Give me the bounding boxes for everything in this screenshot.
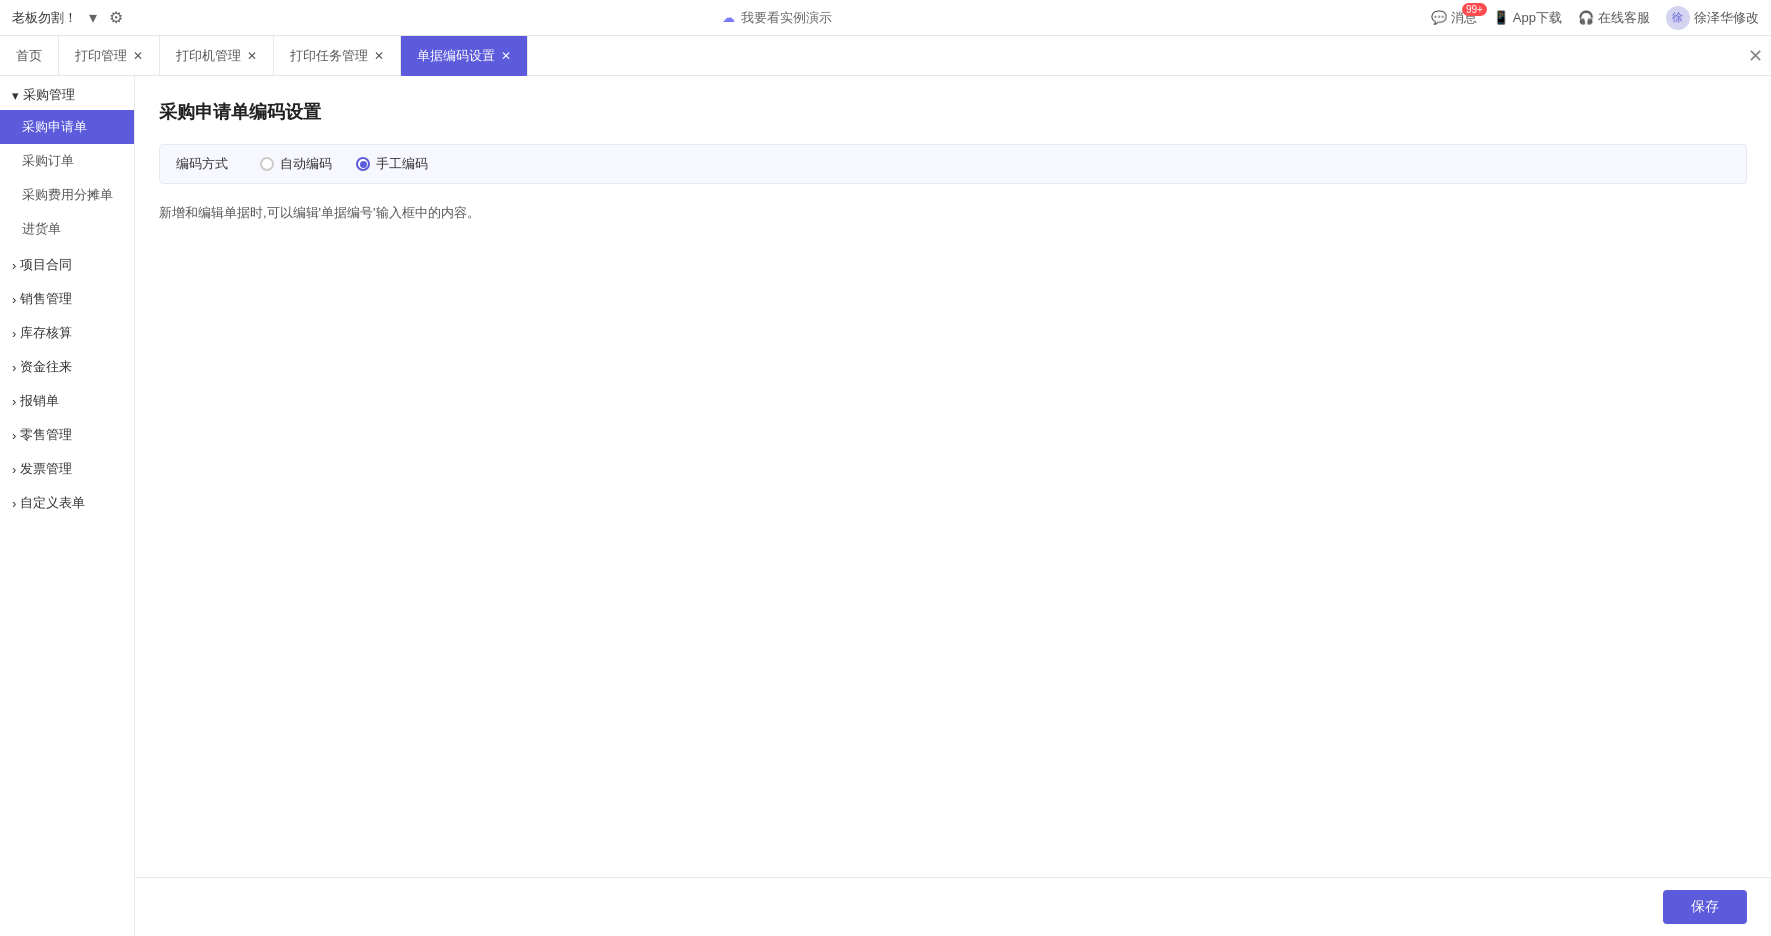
manual-code-label: 手工编码 [376, 155, 428, 173]
tab-print-task-label: 打印任务管理 [290, 47, 368, 65]
user-name: 徐泽华修改 [1694, 9, 1759, 27]
tab-printer-management-close[interactable]: ✕ [247, 49, 257, 63]
avatar: 徐 [1666, 6, 1690, 30]
sidebar-group-funds-label: 资金往来 [20, 358, 72, 376]
encoding-label: 编码方式 [176, 155, 228, 173]
description-text: 新增和编辑单据时,可以编辑'单据编号'输入框中的内容。 [159, 204, 1747, 222]
sidebar-group-project-label: 项目合同 [20, 256, 72, 274]
sidebar-group-project-arrow: › [12, 258, 16, 273]
headset-icon: 🎧 [1578, 10, 1594, 25]
sidebar-group-project[interactable]: › 项目合同 [0, 246, 134, 280]
sidebar-item-goods-receipt[interactable]: 进货单 [0, 212, 134, 246]
tab-print-management-label: 打印管理 [75, 47, 127, 65]
message-badge: 99+ [1462, 3, 1487, 16]
tab-printer-management[interactable]: 打印机管理 ✕ [160, 36, 274, 76]
topbar-right: 💬 消息 99+ 📱 App下载 🎧 在线客服 徐 徐泽华修改 [1431, 6, 1759, 30]
manual-code-radio[interactable] [356, 157, 370, 171]
sidebar-group-sales-label: 销售管理 [20, 290, 72, 308]
tab-home-label: 首页 [16, 47, 42, 65]
tab-printer-management-label: 打印机管理 [176, 47, 241, 65]
tab-print-management-close[interactable]: ✕ [133, 49, 143, 63]
sidebar-group-sales[interactable]: › 销售管理 [0, 280, 134, 314]
auto-code-radio[interactable] [260, 157, 274, 171]
sidebar-group-inventory[interactable]: › 库存核算 [0, 314, 134, 348]
sidebar-group-reimbursement-arrow: › [12, 394, 16, 409]
sidebar-group-custom-label: 自定义表单 [20, 494, 85, 512]
sidebar: ▾ 采购管理 采购申请单 采购订单 采购费用分摊单 进货单 › 项目合同 › 销… [0, 76, 135, 936]
sidebar-item-purchase-request-label: 采购申请单 [22, 119, 87, 134]
sidebar-group-sales-arrow: › [12, 292, 16, 307]
sidebar-group-procurement-label: 采购管理 [23, 86, 75, 104]
sidebar-group-procurement-arrow: ▾ [12, 88, 19, 103]
sidebar-item-purchase-expense[interactable]: 采购费用分摊单 [0, 178, 134, 212]
tab-print-management[interactable]: 打印管理 ✕ [59, 36, 160, 76]
online-service-label: 在线客服 [1598, 9, 1650, 27]
sidebar-group-custom-arrow: › [12, 496, 16, 511]
sidebar-group-invoice-label: 发票管理 [20, 460, 72, 478]
phone-icon: 📱 [1493, 10, 1509, 25]
tab-home[interactable]: 首页 [0, 36, 59, 76]
dropdown-icon[interactable]: ▾ [89, 8, 97, 27]
sidebar-group-retail-arrow: › [12, 428, 16, 443]
layout: ▾ 采购管理 采购申请单 采购订单 采购费用分摊单 进货单 › 项目合同 › 销… [0, 76, 1771, 936]
sidebar-item-purchase-request[interactable]: 采购申请单 [0, 110, 134, 144]
sidebar-item-purchase-order[interactable]: 采购订单 [0, 144, 134, 178]
main-content: 采购申请单编码设置 编码方式 自动编码 手工编码 新增和编辑单据时,可以编辑'单… [135, 76, 1771, 877]
tab-print-task-close[interactable]: ✕ [374, 49, 384, 63]
cloud-icon: ☁ [722, 10, 735, 25]
sidebar-group-retail-label: 零售管理 [20, 426, 72, 444]
message-icon: 💬 [1431, 10, 1447, 25]
sidebar-group-inventory-arrow: › [12, 326, 16, 341]
auto-code-label: 自动编码 [280, 155, 332, 173]
manual-code-option[interactable]: 手工编码 [356, 155, 428, 173]
tab-code-settings[interactable]: 单据编码设置 ✕ [401, 36, 528, 76]
main-footer: 保存 [135, 877, 1771, 936]
sidebar-group-invoice[interactable]: › 发票管理 [0, 450, 134, 484]
brand-text: 老板勿割！ [12, 9, 77, 27]
sidebar-group-reimbursement-label: 报销单 [20, 392, 59, 410]
auto-code-option[interactable]: 自动编码 [260, 155, 332, 173]
sidebar-group-funds[interactable]: › 资金往来 [0, 348, 134, 382]
tabbar: 首页 打印管理 ✕ 打印机管理 ✕ 打印任务管理 ✕ 单据编码设置 ✕ ✕ [0, 36, 1771, 76]
sidebar-item-purchase-order-label: 采购订单 [22, 153, 74, 168]
demo-link[interactable]: ☁ 我要看实例演示 [722, 9, 832, 27]
tab-code-settings-label: 单据编码设置 [417, 47, 495, 65]
sidebar-item-purchase-expense-label: 采购费用分摊单 [22, 187, 113, 202]
page-title: 采购申请单编码设置 [159, 100, 1747, 124]
demo-text: 我要看实例演示 [741, 9, 832, 27]
sidebar-group-invoice-arrow: › [12, 462, 16, 477]
sidebar-group-reimbursement[interactable]: › 报销单 [0, 382, 134, 416]
app-download-label: App下载 [1513, 9, 1562, 27]
sidebar-group-funds-arrow: › [12, 360, 16, 375]
topbar: 老板勿割！ ▾ ⚙ ☁ 我要看实例演示 💬 消息 99+ 📱 App下载 🎧 在… [0, 0, 1771, 36]
sidebar-group-custom[interactable]: › 自定义表单 [0, 484, 134, 518]
encoding-row: 编码方式 自动编码 手工编码 [159, 144, 1747, 184]
online-service-button[interactable]: 🎧 在线客服 [1578, 9, 1650, 27]
sidebar-item-goods-receipt-label: 进货单 [22, 221, 61, 236]
sidebar-group-procurement[interactable]: ▾ 采购管理 [0, 76, 134, 110]
save-button[interactable]: 保存 [1663, 890, 1747, 924]
tab-print-task[interactable]: 打印任务管理 ✕ [274, 36, 401, 76]
close-all-tabs-button[interactable]: ✕ [1748, 45, 1763, 67]
app-download-button[interactable]: 📱 App下载 [1493, 9, 1562, 27]
message-button[interactable]: 💬 消息 99+ [1431, 9, 1477, 27]
user-profile[interactable]: 徐 徐泽华修改 [1666, 6, 1759, 30]
main: 采购申请单编码设置 编码方式 自动编码 手工编码 新增和编辑单据时,可以编辑'单… [135, 76, 1771, 936]
settings-icon[interactable]: ⚙ [109, 8, 123, 27]
sidebar-group-retail[interactable]: › 零售管理 [0, 416, 134, 450]
tab-code-settings-close[interactable]: ✕ [501, 49, 511, 63]
sidebar-group-inventory-label: 库存核算 [20, 324, 72, 342]
topbar-left: 老板勿割！ ▾ ⚙ [12, 8, 123, 27]
